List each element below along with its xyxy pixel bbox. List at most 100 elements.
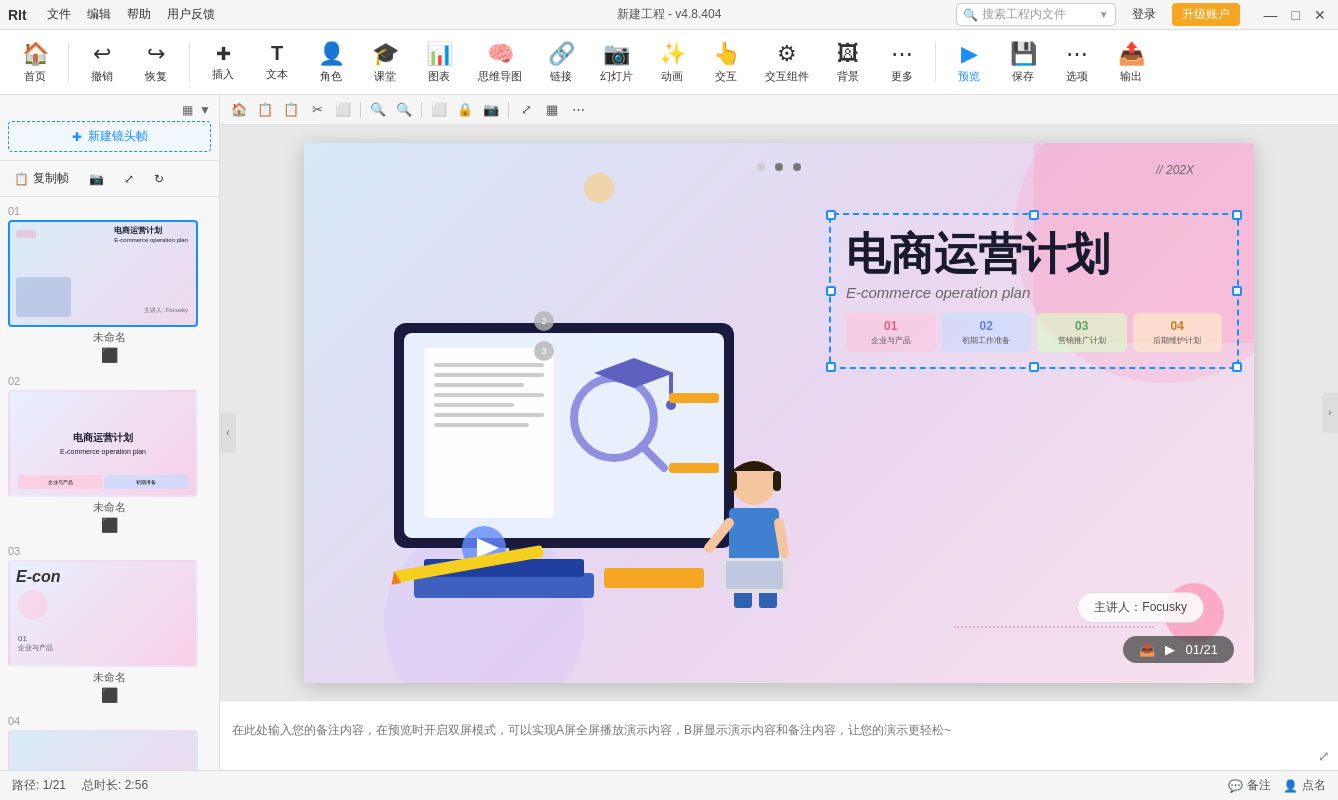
thumb3-circle xyxy=(18,590,48,620)
slide-thumb-4[interactable]: ... xyxy=(8,730,198,770)
menu-edit[interactable]: 编辑 xyxy=(87,6,111,23)
nav-dot-3[interactable] xyxy=(793,163,801,171)
toolbar-redo[interactable]: ↪ 恢复 xyxy=(131,37,181,88)
canvas-cut-btn[interactable]: ✂ xyxy=(306,99,328,121)
nav-dot-1[interactable] xyxy=(757,163,765,171)
menu-feedback[interactable]: 用户反馈 xyxy=(167,6,215,23)
toolbar-classroom[interactable]: 🎓 课堂 xyxy=(360,37,410,88)
thumb2-steps: 企业与产品 初期准备 xyxy=(18,475,188,489)
slide-thumb-1-content: 电商运营计划E-commerce operation plan 主讲人: Foc… xyxy=(10,222,196,325)
toolbar-chart[interactable]: 📊 图表 xyxy=(414,37,464,88)
canvas-fullscreen-btn[interactable]: ⤢ xyxy=(515,99,537,121)
menu-file[interactable]: 文件 xyxy=(47,6,71,23)
slide-item-1[interactable]: 01 电商运营计划E-commerce operation plan 主讲人: … xyxy=(8,205,211,363)
canvas-align-left-btn[interactable]: ⬜ xyxy=(428,99,450,121)
search-box[interactable]: 🔍 搜索工程内文件 ▼ xyxy=(956,3,1116,26)
menu-help[interactable]: 帮助 xyxy=(127,6,151,23)
comment-button[interactable]: 💬 备注 xyxy=(1228,777,1271,794)
toolbar-sep-1 xyxy=(68,42,69,82)
notes-btn[interactable]: 👤 点名 xyxy=(1283,777,1326,794)
search-placeholder: 搜索工程内文件 xyxy=(982,6,1066,23)
handle-tr[interactable] xyxy=(1232,210,1242,220)
thumb2-step2: 初期准备 xyxy=(104,475,188,489)
export-icon: 📤 xyxy=(1118,41,1145,67)
copy-frame-button[interactable]: 📋 复制帧 xyxy=(8,167,75,190)
step-4-num: 04 xyxy=(1137,319,1219,333)
sidebar-grid-icon[interactable]: ▦ xyxy=(182,103,193,117)
canvas-main[interactable]: // 202X xyxy=(220,125,1338,700)
search-dropdown-icon[interactable]: ▼ xyxy=(1099,9,1109,20)
toolbar-save[interactable]: 💾 保存 xyxy=(998,37,1048,88)
toolbar-export[interactable]: 📤 输出 xyxy=(1106,37,1156,88)
slide-item-2[interactable]: 02 电商运营计划E-commerce operation plan 企业与产品… xyxy=(8,375,211,533)
handle-bl[interactable] xyxy=(826,362,836,372)
step-2: 02 初期工作准备 xyxy=(942,313,1032,352)
login-button[interactable]: 登录 xyxy=(1124,4,1164,25)
toolbar-text[interactable]: T 文本 xyxy=(252,38,302,86)
handle-bm[interactable] xyxy=(1029,362,1039,372)
canvas-zoom-out-btn[interactable]: 🔍 xyxy=(393,99,415,121)
slide-item-4[interactable]: 04 ... xyxy=(8,715,211,770)
slide-thumb-1[interactable]: 电商运营计划E-commerce operation plan 主讲人: Foc… xyxy=(8,220,198,327)
toolbar-background[interactable]: 🖼 背景 xyxy=(823,37,873,88)
handle-tm[interactable] xyxy=(1029,210,1039,220)
window-title: 新建工程 - v4.8.404 xyxy=(617,6,722,23)
toolbar-home[interactable]: 🏠 首页 xyxy=(10,37,60,88)
zoom-handle-1[interactable]: 2 xyxy=(534,311,554,331)
toolbar-mindmap[interactable]: 🧠 思维导图 xyxy=(468,37,532,88)
new-frame-button[interactable]: ✚ 新建镜头帧 xyxy=(8,121,211,152)
sidebar-dropdown-icon[interactable]: ▼ xyxy=(199,103,211,117)
toolbar-link[interactable]: 🔗 链接 xyxy=(536,37,586,88)
notes-expand-button[interactable]: ⤢ xyxy=(1318,748,1330,764)
handle-mr[interactable] xyxy=(1232,286,1242,296)
canvas-frame-btn[interactable]: ⬜ xyxy=(332,99,354,121)
canvas-grid-btn[interactable]: ▦ xyxy=(541,99,563,121)
toolbar-undo[interactable]: ↩ 撤销 xyxy=(77,37,127,88)
notes-area: ⤢ xyxy=(220,700,1338,770)
refresh-button[interactable]: ↻ xyxy=(148,169,170,189)
svg-rect-7 xyxy=(434,383,524,387)
svg-rect-23 xyxy=(604,568,704,588)
notes-input[interactable] xyxy=(232,722,1326,750)
canvas-home-btn[interactable]: 🏠 xyxy=(228,99,250,121)
statusbar: 路径: 1/21 总时长: 2:56 💬 备注 👤 点名 xyxy=(0,770,1338,800)
canvas-zoom-in-btn[interactable]: 🔍 xyxy=(367,99,389,121)
toolbar-insert[interactable]: ✚ 插入 xyxy=(198,39,248,86)
canvas-copy-btn[interactable]: 📋 xyxy=(254,99,276,121)
handle-br[interactable] xyxy=(1232,362,1242,372)
toolbar-options[interactable]: ⋯ 选项 xyxy=(1052,37,1102,88)
screenshot-button[interactable]: 📷 xyxy=(83,169,110,189)
slide-num-3: 03 xyxy=(8,545,211,557)
toolbar-character[interactable]: 👤 角色 xyxy=(306,37,356,88)
close-button[interactable]: ✕ xyxy=(1310,7,1330,23)
handle-ml[interactable] xyxy=(826,286,836,296)
slide-thumb-3[interactable]: E-con 01企业与产品 xyxy=(8,560,198,667)
toolbar-animation[interactable]: ✨ 动画 xyxy=(647,37,697,88)
toolbar-slideshow[interactable]: 📷 幻灯片 xyxy=(590,37,643,88)
toolbar-interact[interactable]: 👆 交互 xyxy=(701,37,751,88)
canvas-screenshot-btn[interactable]: 📷 xyxy=(480,99,502,121)
canvas-right-arrow[interactable]: › xyxy=(1322,393,1338,433)
canvas-more-btn[interactable]: ⋯ xyxy=(567,99,589,121)
nav-dot-2[interactable] xyxy=(775,163,783,171)
canvas-lock-btn[interactable]: 🔒 xyxy=(454,99,476,121)
upgrade-button[interactable]: 升级账户 xyxy=(1172,3,1240,26)
toolbar-sep-3 xyxy=(935,42,936,82)
canvas-paste-btn[interactable]: 📋 xyxy=(280,99,302,121)
toolbar-preview[interactable]: ▶ 预览 xyxy=(944,37,994,88)
zoom-handle-2[interactable]: 3 xyxy=(534,341,554,361)
minimize-button[interactable]: — xyxy=(1260,7,1282,23)
slide-thumb-2[interactable]: 电商运营计划E-commerce operation plan 企业与产品 初期… xyxy=(8,390,198,497)
handle-tl[interactable] xyxy=(826,210,836,220)
toolbar-more[interactable]: ⋯ 更多 xyxy=(877,37,927,88)
thumb3-label: 01企业与产品 xyxy=(18,634,53,653)
sidebar-collapse-button[interactable]: ‹ xyxy=(220,413,236,453)
slide-thumb-4-content: ... xyxy=(10,732,196,770)
maximize-button[interactable]: □ xyxy=(1288,7,1304,23)
fit-button[interactable]: ⤢ xyxy=(118,169,140,189)
slide-content-right[interactable]: 电商运营计划 E-commerce operation plan 01 企业与产… xyxy=(829,213,1239,369)
slide-item-3[interactable]: 03 E-con 01企业与产品 未命名 ⬛ xyxy=(8,545,211,703)
toolbar-interact-component[interactable]: ⚙ 交互组件 xyxy=(755,37,819,88)
slide-canvas[interactable]: // 202X xyxy=(304,143,1254,683)
slide-list: 01 电商运营计划E-commerce operation plan 主讲人: … xyxy=(0,197,219,770)
